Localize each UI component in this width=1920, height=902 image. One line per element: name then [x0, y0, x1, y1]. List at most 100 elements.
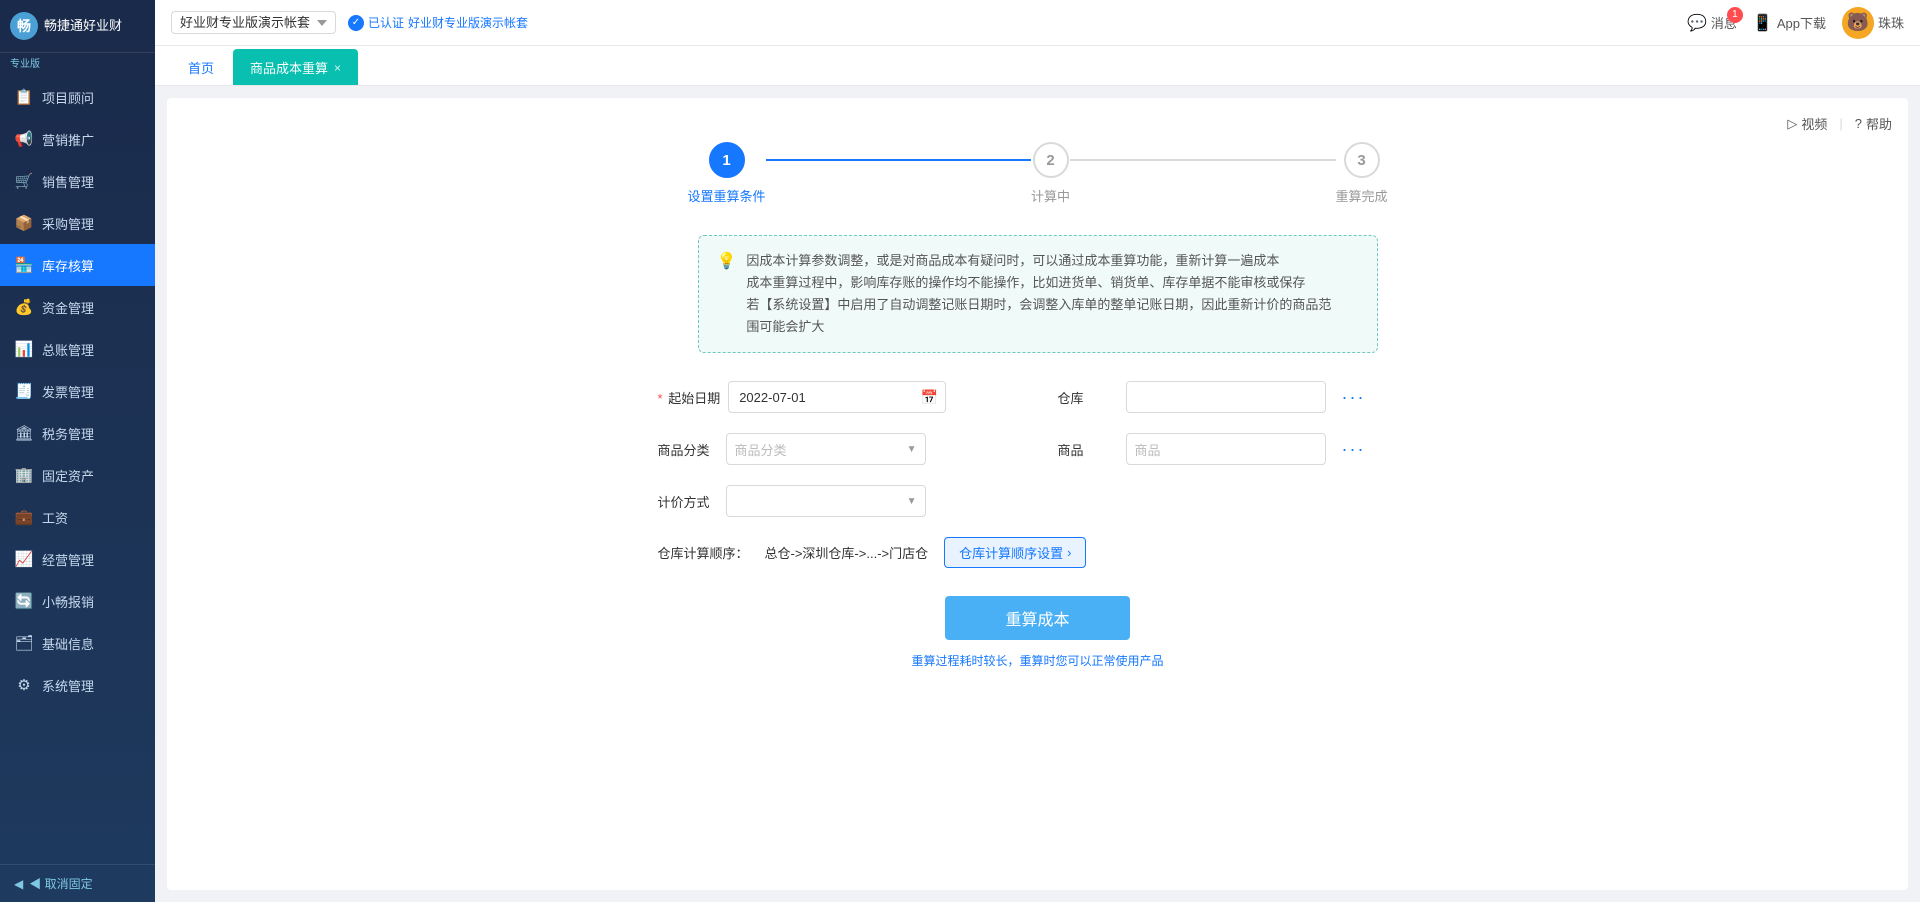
calendar-icon[interactable]: 📅: [921, 389, 938, 406]
category-arrow-icon: ▼: [907, 444, 917, 455]
goods-select[interactable]: 商品: [1126, 433, 1326, 465]
sidebar-item-project[interactable]: 📋 项目顾问: [0, 76, 155, 118]
sidebar-item-finance[interactable]: 💰 资金管理: [0, 286, 155, 328]
tab-home[interactable]: 首页: [171, 49, 231, 85]
recalc-btn-label: 重算成本: [1005, 612, 1069, 629]
system-icon: ⚙: [14, 675, 34, 695]
sidebar-item-label: 营销推广: [42, 130, 94, 149]
step-3: 3 重算完成: [1336, 142, 1388, 205]
expense-icon: 🔄: [14, 591, 34, 611]
step-1-label: 设置重算条件: [688, 186, 766, 205]
verified-badge: ✓: [348, 15, 364, 31]
step-2-number: 2: [1046, 152, 1054, 169]
sidebar-item-label: 采购管理: [42, 214, 94, 233]
warehouse-order-row: 仓库计算顺序： 总仓->深圳仓库->...->门店仓 仓库计算顺序设置 ›: [658, 537, 1418, 568]
warehouse-order-settings-button[interactable]: 仓库计算顺序设置 ›: [944, 537, 1086, 568]
pricing-select[interactable]: ▼: [726, 485, 926, 517]
sidebar-item-sales[interactable]: 🛒 销售管理: [0, 160, 155, 202]
warehouse-order-value: 总仓->深圳仓库->...->门店仓: [765, 543, 929, 562]
sidebar-item-marketing[interactable]: 📢 营销推广: [0, 118, 155, 160]
action-divider: |: [1839, 116, 1842, 131]
video-link[interactable]: ▷ 视频: [1787, 114, 1827, 133]
sidebar-footer-label: ◀ 取消固定: [29, 875, 92, 892]
warehouse-group: 仓库 ···: [1058, 381, 1418, 413]
sidebar-item-ops[interactable]: 📈 经营管理: [0, 538, 155, 580]
app-logo-icon: 畅: [10, 12, 38, 40]
fixed-assets-icon: 🏢: [14, 465, 34, 485]
form-row-3: 计价方式 ▼: [658, 485, 1418, 517]
tab-home-label: 首页: [188, 58, 214, 77]
app-download-button[interactable]: 📱 App下载: [1753, 13, 1826, 33]
sidebar-item-tax[interactable]: 🏛 税务管理: [0, 412, 155, 454]
info-box: 💡 因成本计算参数调整，或是对商品成本有疑问时，可以通过成本重算功能，重新计算一…: [698, 235, 1378, 353]
category-placeholder: 商品分类: [735, 440, 907, 459]
chevron-right-icon: ›: [1067, 545, 1071, 560]
app-name: 畅捷通好业财: [44, 18, 122, 34]
sidebar-item-purchase[interactable]: 📦 采购管理: [0, 202, 155, 244]
step-3-circle: 3: [1344, 142, 1380, 178]
invoice-icon: 🧾: [14, 381, 34, 401]
user-name: 珠珠: [1878, 13, 1904, 32]
info-line-1: 因成本计算参数调整，或是对商品成本有疑问时，可以通过成本重算功能，重新计算一遍成…: [746, 250, 1331, 272]
warehouse-label: 仓库: [1058, 388, 1118, 407]
form-row-1: * 起始日期 📅 仓库 ···: [658, 381, 1418, 413]
basic-icon: 🗂: [14, 633, 34, 653]
warehouse-order-label: 仓库计算顺序：: [658, 543, 749, 562]
message-button[interactable]: 💬 消息 1: [1687, 13, 1737, 33]
unpin-icon: ◀: [14, 877, 23, 891]
sidebar-unpin-button[interactable]: ◀ ◀ 取消固定: [0, 864, 155, 902]
inventory-icon: 🏪: [14, 255, 34, 275]
step-line-1: [766, 159, 1031, 161]
pricing-group: 计价方式 ▼: [658, 485, 1018, 517]
category-select[interactable]: 商品分类 ▼: [726, 433, 926, 465]
ops-icon: 📈: [14, 549, 34, 569]
sidebar-item-accounting[interactable]: 📊 总账管理: [0, 328, 155, 370]
sidebar-item-invoice[interactable]: 🧾 发票管理: [0, 370, 155, 412]
sidebar-item-inventory[interactable]: 🏪 库存核算: [0, 244, 155, 286]
help-link[interactable]: ? 帮助: [1855, 114, 1892, 133]
sidebar-item-basic[interactable]: 🗂 基础信息: [0, 622, 155, 664]
sidebar-item-label: 库存核算: [42, 256, 94, 275]
purchase-icon: 📦: [14, 213, 34, 233]
sidebar-item-expense[interactable]: 🔄 小畅报销: [0, 580, 155, 622]
project-icon: 📋: [14, 87, 34, 107]
warehouse-select[interactable]: [1126, 381, 1326, 413]
sidebar-item-label: 发票管理: [42, 382, 94, 401]
sidebar-item-label: 工资: [42, 508, 68, 527]
tab-cost-recalc[interactable]: 商品成本重算 ×: [233, 49, 358, 85]
verified-text: 已认证: [368, 14, 404, 31]
goods-placeholder: 商品: [1135, 440, 1317, 459]
tax-icon: 🏛: [14, 423, 34, 443]
step-1-circle: 1: [709, 142, 745, 178]
info-line-2: 成本重算过程中，影响库存账的操作均不能操作，比如进货单、销货单、库存单据不能审核…: [746, 272, 1331, 294]
recalc-button[interactable]: 重算成本: [945, 596, 1129, 640]
info-text: 因成本计算参数调整，或是对商品成本有疑问时，可以通过成本重算功能，重新计算一遍成…: [746, 250, 1331, 338]
sidebar-item-label: 资金管理: [42, 298, 94, 317]
sidebar: 畅 畅捷通好业财 专业版 📋 项目顾问 📢 营销推广 🛒 销售管理 📦 采购管理…: [0, 0, 155, 902]
step-2-circle: 2: [1033, 142, 1069, 178]
sidebar-item-label: 总账管理: [42, 340, 94, 359]
sidebar-item-label: 经营管理: [42, 550, 94, 569]
sidebar-item-label: 系统管理: [42, 676, 94, 695]
tab-active-label: 商品成本重算: [250, 58, 328, 77]
sidebar-item-system[interactable]: ⚙ 系统管理: [0, 664, 155, 706]
goods-more-button[interactable]: ···: [1342, 439, 1366, 460]
form-row-2: 商品分类 商品分类 ▼ 商品 商品 ···: [658, 433, 1418, 465]
help-label: 帮助: [1866, 114, 1892, 133]
app-edition: 专业版: [0, 53, 155, 76]
sidebar-logo: 畅 畅捷通好业财: [0, 0, 155, 53]
app-download-label: App下载: [1777, 13, 1826, 32]
start-date-input[interactable]: [728, 381, 946, 413]
pricing-arrow-icon: ▼: [907, 496, 917, 507]
step-2: 2 计算中: [1031, 142, 1070, 205]
sidebar-item-fixed-assets[interactable]: 🏢 固定资产: [0, 454, 155, 496]
user-profile-button[interactable]: 🐻 珠珠: [1842, 7, 1904, 39]
tab-close-icon[interactable]: ×: [334, 62, 341, 74]
account-select[interactable]: 好业财专业版演示帐套: [171, 11, 336, 34]
sidebar-item-salary[interactable]: 💼 工资: [0, 496, 155, 538]
tabs-bar: 首页 商品成本重算 ×: [155, 46, 1920, 86]
warehouse-more-button[interactable]: ···: [1342, 387, 1366, 408]
topbar-verified: ✓ 已认证 好业财专业版演示帐套: [348, 14, 528, 31]
start-date-group: * 起始日期 📅: [658, 381, 1018, 413]
step-3-number: 3: [1357, 152, 1365, 169]
